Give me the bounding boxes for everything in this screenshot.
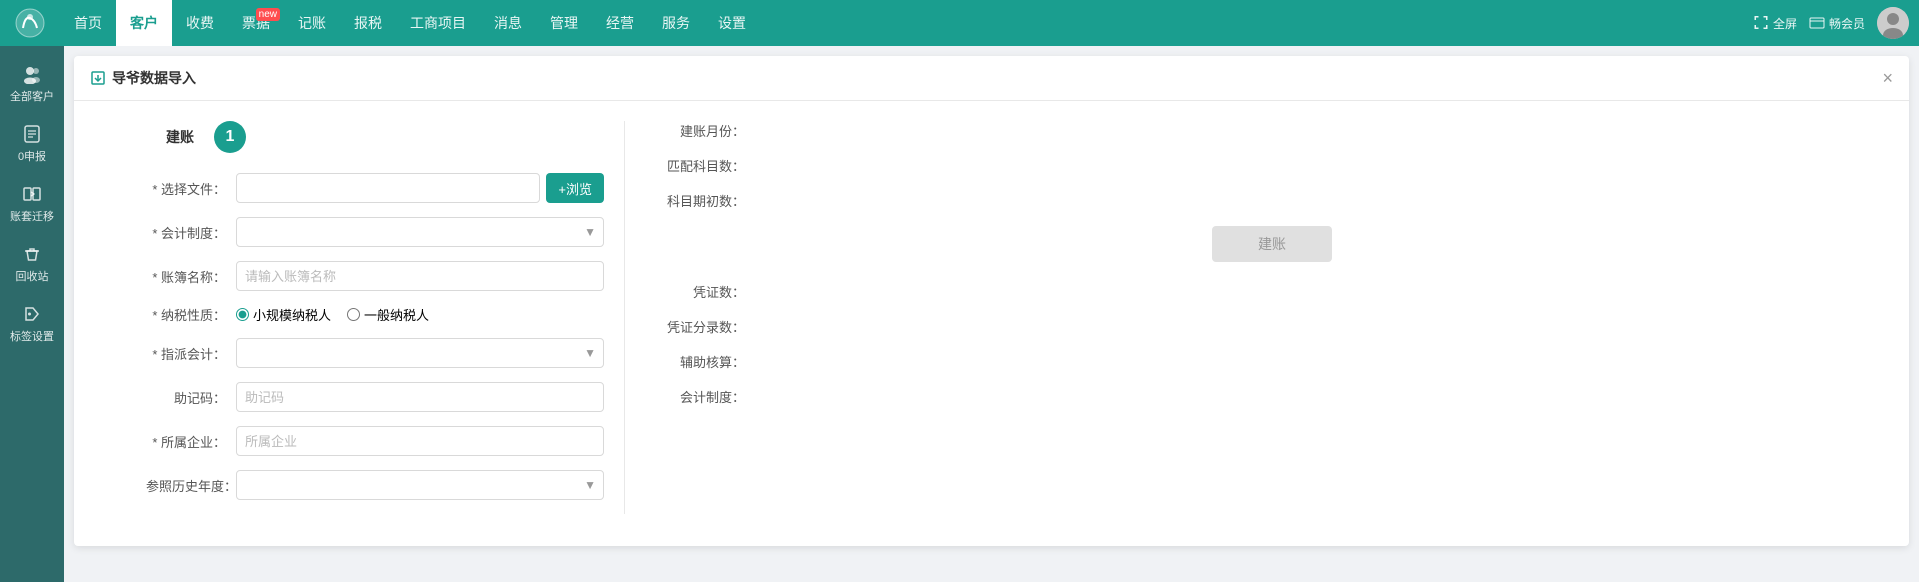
nav-right: 全屏 畅会员	[1753, 7, 1909, 39]
tax-type-general-radio[interactable]: 一般纳税人	[347, 305, 429, 324]
history-year-select-wrapper: ▼	[236, 470, 604, 500]
content-area: 导爷数据导入 × 建账 1 * 选择文件：	[64, 46, 1919, 582]
info-month-label: 建账月份：	[665, 121, 755, 140]
step-label: 建账	[166, 129, 194, 145]
info-aux-row: 辅助核算：	[665, 352, 1879, 371]
step-header: 建账 1	[104, 121, 604, 153]
sidebar: 全部客户 0申报 账套迁移 回收站	[0, 46, 64, 582]
member-button[interactable]: 畅会员	[1809, 15, 1865, 32]
dialog-panel: 导爷数据导入 × 建账 1 * 选择文件：	[74, 56, 1909, 546]
dialog-body: 建账 1 * 选择文件： +浏览 * 会计制度：	[74, 101, 1909, 534]
main-layout: 全部客户 0申报 账套迁移 回收站	[0, 46, 1919, 582]
history-year-row: 参照历史年度： ▼	[104, 470, 604, 500]
info-accounting-system-label: 会计制度：	[665, 387, 755, 406]
user-avatar[interactable]	[1877, 7, 1909, 39]
ledger-name-row: * 账簿名称：	[104, 261, 604, 291]
sidebar-item-recycle[interactable]: 回收站	[0, 236, 64, 292]
nav-operations[interactable]: 经营	[592, 0, 648, 46]
fullscreen-button[interactable]: 全屏	[1753, 15, 1797, 32]
nav-home[interactable]: 首页	[60, 0, 116, 46]
info-voucher-entries-row: 凭证分录数：	[665, 317, 1879, 336]
dialog-header: 导爷数据导入 ×	[74, 56, 1909, 101]
accounting-system-label: * 会计制度：	[146, 223, 236, 242]
history-year-select[interactable]	[236, 470, 604, 500]
tax-type-label: * 纳税性质：	[146, 305, 236, 324]
memo-code-input[interactable]	[236, 382, 604, 412]
member-label: 畅会员	[1829, 15, 1865, 32]
memo-code-label: 助记码：	[146, 388, 236, 407]
ledger-name-label: * 账簿名称：	[146, 267, 236, 286]
history-year-label: 参照历史年度：	[146, 476, 236, 495]
info-section: 建账月份： 匹配科目数： 科目期初数： 建账	[624, 121, 1879, 514]
step-circle: 1	[214, 121, 246, 153]
sidebar-item-tag-settings[interactable]: 标签设置	[0, 296, 64, 352]
nav-tax[interactable]: 报税	[340, 0, 396, 46]
dialog-title: 导爷数据导入	[90, 68, 196, 88]
assign-accountant-label: * 指派会计：	[146, 344, 236, 363]
import-icon	[90, 70, 106, 86]
app-logo	[10, 3, 50, 43]
info-voucher-label: 凭证数：	[665, 282, 755, 301]
company-label: * 所属企业：	[146, 432, 236, 451]
info-initial-row: 科目期初数：	[665, 191, 1879, 210]
top-nav: 首页 客户 收费 票据 new 记账 报税 工商项目 消息 管理 经营 服务 设…	[0, 0, 1919, 46]
sidebar-item-all-customers[interactable]: 全部客户	[0, 56, 64, 112]
sidebar-item-zero-report[interactable]: 0申报	[0, 116, 64, 172]
nav-management[interactable]: 管理	[536, 0, 592, 46]
info-month-row: 建账月份：	[665, 121, 1879, 140]
assign-accountant-select-wrapper: ▼	[236, 338, 604, 368]
tax-type-row: * 纳税性质： 小规模纳税人 一般纳税人	[104, 305, 604, 324]
fullscreen-label: 全屏	[1773, 15, 1797, 32]
nav-settings[interactable]: 设置	[704, 0, 760, 46]
sidebar-item-account-transfer[interactable]: 账套迁移	[0, 176, 64, 232]
assign-accountant-row: * 指派会计： ▼	[104, 338, 604, 368]
browse-button[interactable]: +浏览	[546, 173, 604, 203]
ledger-name-input[interactable]	[236, 261, 604, 291]
nav-items: 首页 客户 收费 票据 new 记账 报税 工商项目 消息 管理 经营 服务 设…	[60, 0, 1753, 46]
file-input[interactable]	[236, 173, 540, 203]
form-section: 建账 1 * 选择文件： +浏览 * 会计制度：	[104, 121, 604, 514]
tax-type-general-label: 一般纳税人	[364, 305, 429, 324]
sidebar-all-customers-label: 全部客户	[10, 88, 54, 104]
tax-type-small-radio[interactable]: 小规模纳税人	[236, 305, 331, 324]
build-account-button[interactable]: 建账	[1212, 226, 1332, 262]
nav-fees[interactable]: 收费	[172, 0, 228, 46]
nav-bookkeeping[interactable]: 记账	[284, 0, 340, 46]
accounting-system-select-wrapper: ▼	[236, 217, 604, 247]
company-row: * 所属企业：	[104, 426, 604, 456]
dialog-title-text: 导爷数据导入	[112, 68, 196, 88]
nav-messages[interactable]: 消息	[480, 0, 536, 46]
tax-type-small-label: 小规模纳税人	[253, 305, 331, 324]
file-label: * 选择文件：	[146, 179, 236, 198]
info-aux-label: 辅助核算：	[665, 352, 755, 371]
memo-code-row: 助记码：	[104, 382, 604, 412]
sidebar-zero-report-label: 0申报	[18, 148, 46, 164]
assign-accountant-select[interactable]	[236, 338, 604, 368]
file-select-row: * 选择文件： +浏览	[104, 173, 604, 203]
company-input[interactable]	[236, 426, 604, 456]
sidebar-tag-settings-label: 标签设置	[10, 328, 54, 344]
sidebar-recycle-label: 回收站	[16, 268, 49, 284]
info-voucher-row: 凭证数：	[665, 282, 1879, 301]
nav-customers[interactable]: 客户	[116, 0, 172, 46]
info-initial-label: 科目期初数：	[665, 191, 755, 210]
info-match-row: 匹配科目数：	[665, 156, 1879, 175]
nav-invoices[interactable]: 票据 new	[228, 0, 284, 46]
sidebar-account-transfer-label: 账套迁移	[10, 208, 54, 224]
new-badge: new	[256, 8, 280, 21]
info-accounting-system-row: 会计制度：	[665, 387, 1879, 406]
nav-services[interactable]: 服务	[648, 0, 704, 46]
accounting-system-row: * 会计制度： ▼	[104, 217, 604, 247]
info-voucher-entries-label: 凭证分录数：	[665, 317, 755, 336]
info-match-label: 匹配科目数：	[665, 156, 755, 175]
tax-type-radio-group: 小规模纳税人 一般纳税人	[236, 305, 604, 324]
nav-business-projects[interactable]: 工商项目	[396, 0, 480, 46]
accounting-system-select[interactable]	[236, 217, 604, 247]
close-button[interactable]: ×	[1882, 69, 1893, 87]
file-row: +浏览	[236, 173, 604, 203]
